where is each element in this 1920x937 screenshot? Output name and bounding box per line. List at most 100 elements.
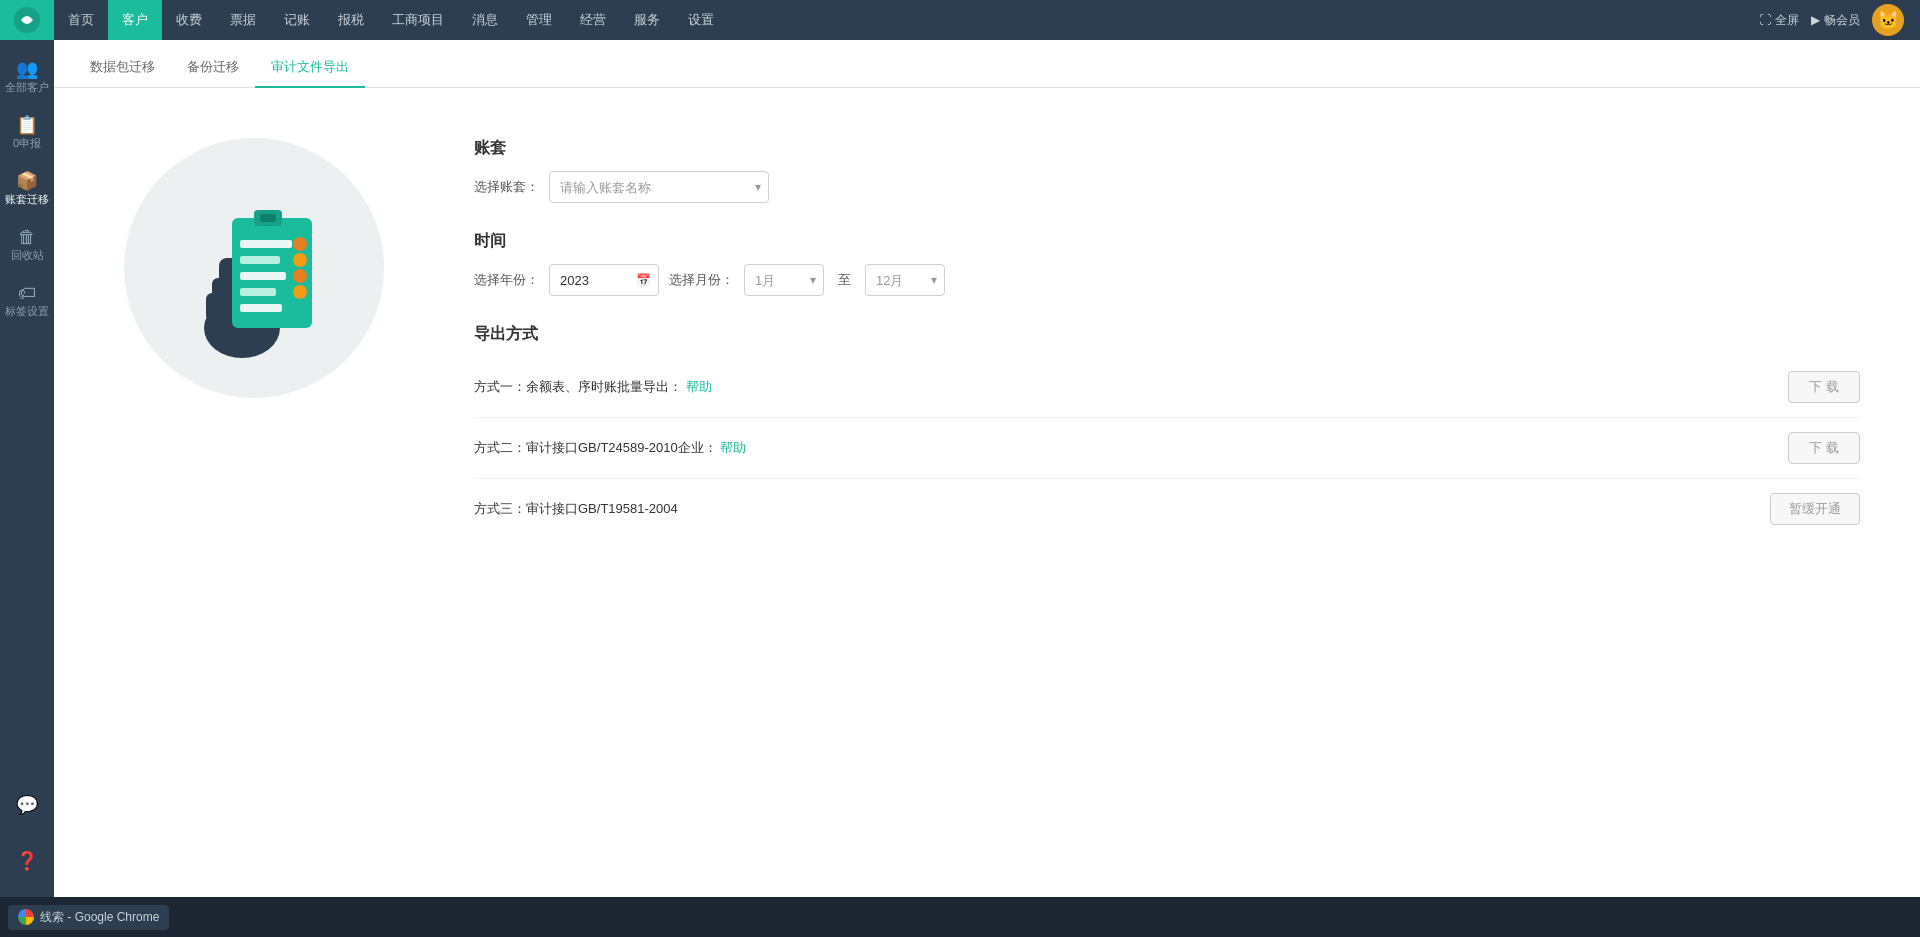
- month-start-select[interactable]: 1月2月3月4月 5月6月7月8月 9月10月11月12月: [744, 264, 824, 296]
- account-select[interactable]: 请输入账套名称: [549, 171, 769, 203]
- account-section: 账套 选择账套： 请输入账套名称: [474, 138, 1860, 203]
- sidebar-label-clients: 全部客户: [5, 82, 49, 93]
- nav-right: ⛶ 全屏 ▶ 畅会员 🐱: [1759, 4, 1920, 36]
- account-select-row: 选择账套： 请输入账套名称: [474, 171, 1860, 203]
- export-title: 导出方式: [474, 324, 1860, 345]
- declare-icon: 📋: [16, 116, 38, 134]
- form-area: 账套 选择账套： 请输入账套名称 时间 选择年份：: [474, 128, 1860, 539]
- vip-button[interactable]: ▶ 畅会员: [1811, 12, 1860, 29]
- export-method-1-text: 方式一：余额表、序时账批量导出： 帮助: [474, 378, 712, 396]
- svg-rect-11: [240, 288, 276, 296]
- illustration-svg: [164, 168, 344, 368]
- nav-client[interactable]: 客户: [108, 0, 162, 40]
- sidebar-label-migrate: 账套迁移: [5, 194, 49, 205]
- method2-help-link[interactable]: 帮助: [720, 440, 746, 455]
- nav-billing[interactable]: 收费: [162, 0, 216, 40]
- top-navigation: 首页 客户 收费 票据 记账 报税 工商项目 消息 管理 经营 服务 设置 ⛶ …: [0, 0, 1920, 40]
- month-start-label: 选择月份：: [669, 271, 734, 289]
- time-row: 选择年份： 选择月份： 1月2月3月4月 5月6月7月8月 9月10月11月12…: [474, 264, 1860, 296]
- svg-rect-6: [214, 313, 226, 335]
- svg-rect-10: [240, 272, 286, 280]
- sidebar-bottom: 💬 ❓: [0, 777, 54, 897]
- account-select-label: 选择账套：: [474, 178, 539, 196]
- year-label: 选择年份：: [474, 271, 539, 289]
- svg-point-16: [293, 285, 307, 299]
- svg-rect-9: [240, 256, 280, 264]
- help-icon: ❓: [16, 852, 38, 870]
- time-separator: 至: [834, 271, 855, 289]
- clients-icon: 👥: [16, 60, 38, 78]
- svg-rect-12: [240, 304, 282, 312]
- sidebar-item-all-clients[interactable]: 👥 全部客户: [0, 48, 54, 104]
- illustration-circle: [124, 138, 384, 398]
- page-body: 账套 选择账套： 请输入账套名称 时间 选择年份：: [54, 88, 1920, 897]
- nav-invoice[interactable]: 票据: [216, 0, 270, 40]
- export-method-3-text: 方式三：审计接口GB/T19581-2004: [474, 500, 678, 518]
- taskbar-chrome-label: 线索 - Google Chrome: [40, 909, 159, 926]
- sidebar-item-chat[interactable]: 💬: [0, 777, 54, 833]
- nav-items: 首页 客户 收费 票据 记账 报税 工商项目 消息 管理 经营 服务 设置: [54, 0, 1759, 40]
- logo[interactable]: [0, 0, 54, 40]
- nav-business2[interactable]: 经营: [566, 0, 620, 40]
- sidebar-item-help[interactable]: ❓: [0, 833, 54, 889]
- month-end-select[interactable]: 1月2月3月4月 5月6月7月8月 9月10月11月12月: [865, 264, 945, 296]
- chrome-icon: [18, 909, 34, 925]
- method3-prefix: 方式三：审计接口GB/T19581-2004: [474, 501, 678, 516]
- export-method-2: 方式二：审计接口GB/T24589-2010企业： 帮助 下 载: [474, 418, 1860, 479]
- nav-manage[interactable]: 管理: [512, 0, 566, 40]
- sidebar-label-tag: 标签设置: [5, 306, 49, 317]
- sidebar-label-declare: 0申报: [13, 138, 41, 149]
- nav-service[interactable]: 服务: [620, 0, 674, 40]
- nav-accounting[interactable]: 记账: [270, 0, 324, 40]
- sidebar-item-migrate[interactable]: 📦 账套迁移: [0, 160, 54, 216]
- method1-download-button[interactable]: 下 载: [1788, 371, 1860, 403]
- fullscreen-label: 全屏: [1775, 12, 1799, 29]
- method1-help-link[interactable]: 帮助: [686, 379, 712, 394]
- export-section: 导出方式 方式一：余额表、序时账批量导出： 帮助 下 载 方式二：审计接口GB/…: [474, 324, 1860, 539]
- sidebar-label-recycle: 回收站: [11, 250, 44, 261]
- vip-icon: ▶: [1811, 13, 1820, 27]
- time-section: 时间 选择年份： 选择月份： 1月2月3月4月 5月6月7月8月 9月10月11…: [474, 231, 1860, 296]
- svg-point-14: [293, 253, 307, 267]
- nav-home[interactable]: 首页: [54, 0, 108, 40]
- export-method-1: 方式一：余额表、序时账批量导出： 帮助 下 载: [474, 357, 1860, 418]
- nav-tax[interactable]: 报税: [324, 0, 378, 40]
- tab-backup-migrate[interactable]: 备份迁移: [171, 46, 255, 88]
- tab-audit-export[interactable]: 审计文件导出: [255, 46, 365, 88]
- svg-rect-8: [240, 240, 292, 248]
- migrate-icon: 📦: [16, 172, 38, 190]
- fullscreen-icon: ⛶: [1759, 13, 1771, 27]
- tab-data-migrate[interactable]: 数据包迁移: [74, 46, 171, 88]
- year-input[interactable]: [549, 264, 659, 296]
- vip-label: 畅会员: [1824, 12, 1860, 29]
- avatar[interactable]: 🐱: [1872, 4, 1904, 36]
- chat-icon: 💬: [16, 796, 38, 814]
- tag-icon: 🏷: [18, 284, 36, 302]
- method2-download-button[interactable]: 下 载: [1788, 432, 1860, 464]
- sidebar: 👥 全部客户 📋 0申报 📦 账套迁移 🗑 回收站 🏷 标签设置 💬 ❓: [0, 40, 54, 897]
- nav-message[interactable]: 消息: [458, 0, 512, 40]
- taskbar-chrome-item[interactable]: 线索 - Google Chrome: [8, 905, 169, 930]
- method3-coming-soon-button: 暂缓开通: [1770, 493, 1860, 525]
- export-method-2-text: 方式二：审计接口GB/T24589-2010企业： 帮助: [474, 439, 746, 457]
- nav-business[interactable]: 工商项目: [378, 0, 458, 40]
- account-title: 账套: [474, 138, 1860, 159]
- method1-prefix: 方式一：余额表、序时账批量导出：: [474, 379, 682, 394]
- taskbar: 线索 - Google Chrome: [0, 897, 1920, 937]
- method2-prefix: 方式二：审计接口GB/T24589-2010企业：: [474, 440, 717, 455]
- month-start-wrapper: 1月2月3月4月 5月6月7月8月 9月10月11月12月: [744, 264, 824, 296]
- month-end-wrapper: 1月2月3月4月 5月6月7月8月 9月10月11月12月: [865, 264, 945, 296]
- sidebar-item-zero-declare[interactable]: 📋 0申报: [0, 104, 54, 160]
- svg-rect-18: [260, 214, 276, 222]
- svg-point-15: [293, 269, 307, 283]
- main-layout: 👥 全部客户 📋 0申报 📦 账套迁移 🗑 回收站 🏷 标签设置 💬 ❓: [0, 40, 1920, 897]
- content-area: 数据包迁移 备份迁移 审计文件导出: [54, 40, 1920, 897]
- time-title: 时间: [474, 231, 1860, 252]
- nav-settings[interactable]: 设置: [674, 0, 728, 40]
- year-input-wrapper: [549, 264, 659, 296]
- illustration-area: [114, 128, 394, 408]
- account-select-wrapper: 请输入账套名称: [549, 171, 769, 203]
- fullscreen-button[interactable]: ⛶ 全屏: [1759, 12, 1799, 29]
- sidebar-item-tag[interactable]: 🏷 标签设置: [0, 272, 54, 328]
- sidebar-item-recycle[interactable]: 🗑 回收站: [0, 216, 54, 272]
